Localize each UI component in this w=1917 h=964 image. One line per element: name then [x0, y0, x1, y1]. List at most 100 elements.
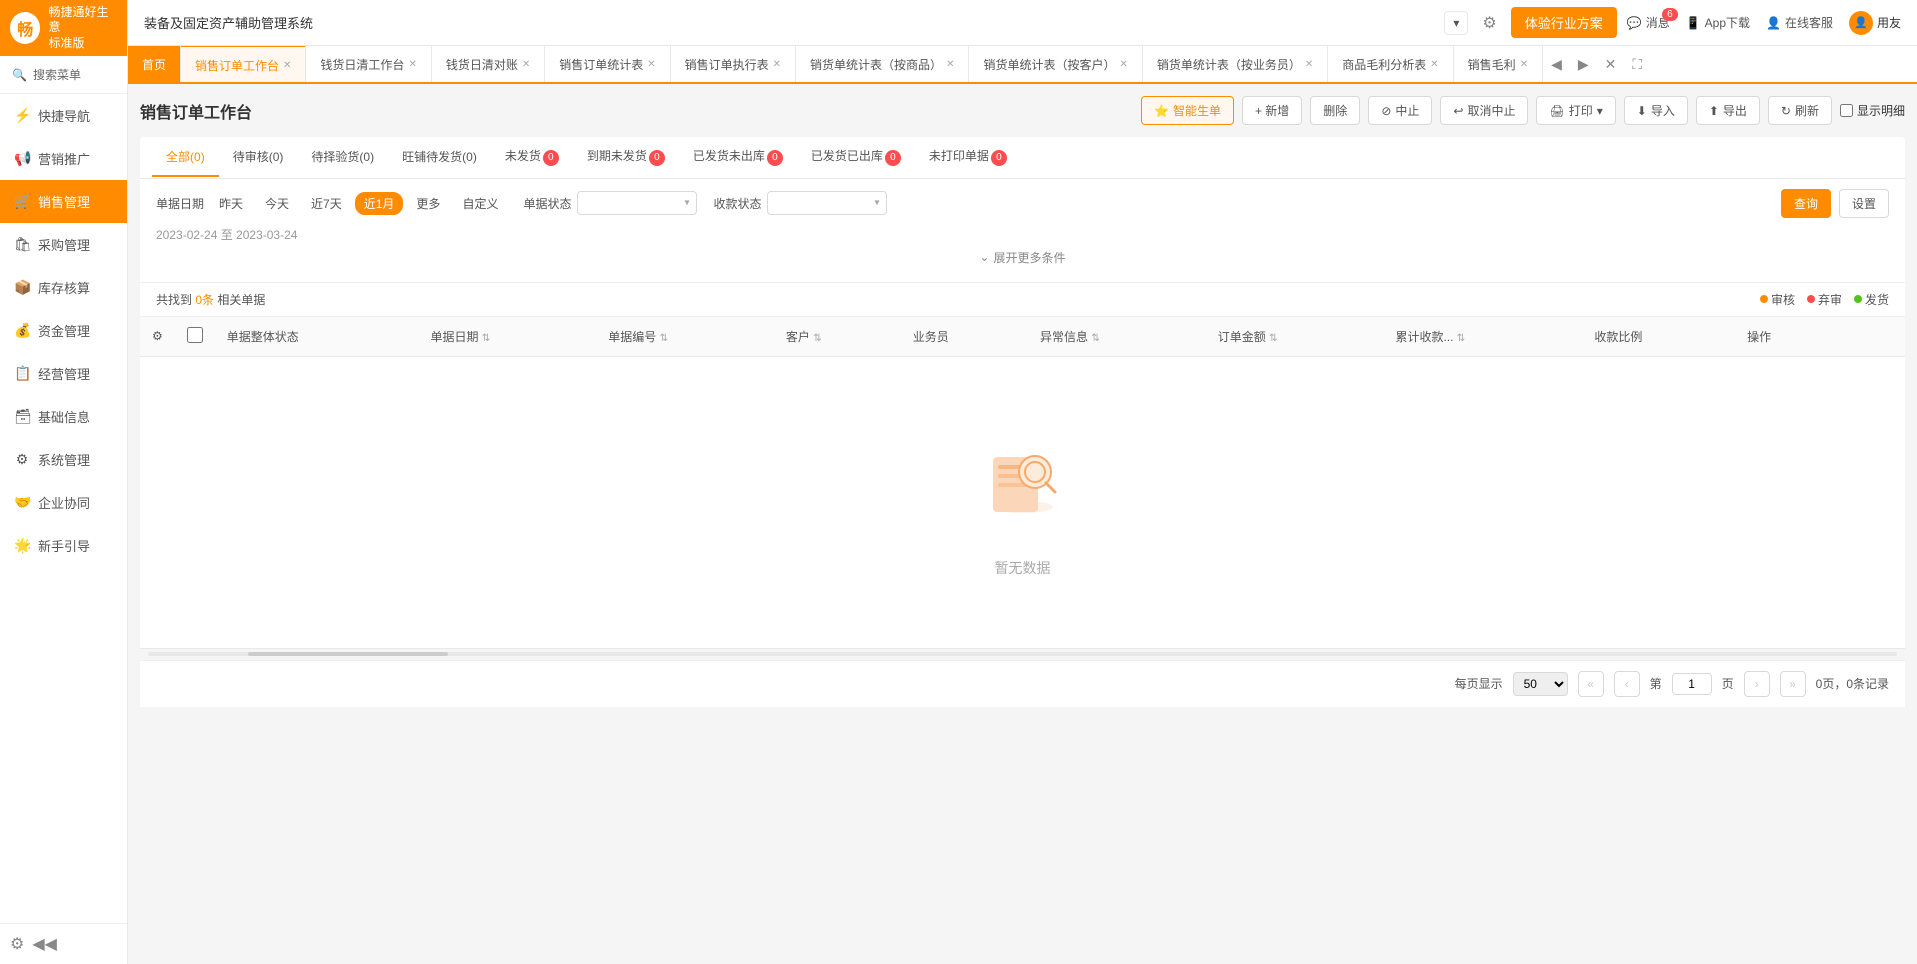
tab-cash-daily[interactable]: 钱货日清工作台 ✕	[306, 46, 431, 83]
sidebar-item-base[interactable]: 🗃 基础信息	[0, 395, 127, 438]
sidebar-item-enterprise[interactable]: 🤝 企业协同	[0, 481, 127, 524]
filter-btn-yesterday[interactable]: 昨天	[210, 192, 252, 215]
tab-sales-single-staff[interactable]: 销货单统计表（按业务员） ✕	[1143, 46, 1328, 83]
sidebar-item-system[interactable]: ⚙ 系统管理	[0, 438, 127, 481]
sidebar-item-capital[interactable]: 💰 资金管理	[0, 309, 127, 352]
sort-number-icon[interactable]: ⇅	[660, 333, 668, 344]
subtab-all[interactable]: 全部(0)	[152, 138, 219, 177]
tab-sales-stats[interactable]: 销售订单统计表 ✕	[545, 46, 670, 83]
subtab-pending-review[interactable]: 待审核(0)	[219, 138, 298, 177]
page-size-select[interactable]: 50 10 20 100	[1513, 672, 1568, 696]
filter-date-range-text: 2023-02-24 至 2023-03-24	[156, 226, 297, 243]
tab-close-sales-exec[interactable]: ✕	[773, 59, 781, 70]
subtab-shipped-out[interactable]: 已发货已出库0	[797, 137, 915, 178]
tab-cash-reconcile[interactable]: 钱货日清对账 ✕	[432, 46, 545, 83]
settings-button[interactable]: 设置	[1839, 189, 1889, 218]
sidebar-item-sales[interactable]: 🛒 销售管理	[0, 180, 127, 223]
tab-close-goods-margin[interactable]: ✕	[1430, 59, 1438, 70]
sidebar-item-inventory[interactable]: 📦 库存核算	[0, 266, 127, 309]
tab-sales-single-product[interactable]: 销货单统计表（按商品） ✕	[796, 46, 969, 83]
tab-close-all[interactable]: ✕	[1597, 46, 1625, 83]
tab-close-sales-workbench[interactable]: ✕	[283, 60, 291, 71]
filter-btn-7days[interactable]: 近7天	[302, 192, 351, 215]
sidebar-item-quick-nav[interactable]: ⚡ 快捷导航	[0, 94, 127, 137]
subtab-shipped-not-in[interactable]: 已发货未出库0	[679, 137, 797, 178]
app-download-btn[interactable]: 📱 App下载	[1686, 14, 1750, 31]
sort-customer-icon[interactable]: ⇅	[813, 333, 821, 344]
import-button[interactable]: ⬇ 导入	[1624, 96, 1688, 125]
tab-close-cash-reconcile[interactable]: ✕	[522, 59, 530, 70]
horizontal-scrollbar[interactable]	[140, 648, 1905, 660]
cancel-stop-button[interactable]: ↩ 取消中止	[1440, 96, 1528, 125]
tab-close-single-product[interactable]: ✕	[946, 59, 954, 70]
sidebar-item-purchase[interactable]: 🛍 采购管理	[0, 223, 127, 266]
topbar-settings-icon[interactable]: ⚙	[1478, 9, 1500, 37]
ship-dot-icon	[1854, 295, 1862, 303]
review-action-btn[interactable]: 审核	[1760, 291, 1795, 308]
delete-button[interactable]: 删除	[1310, 96, 1360, 125]
tab-sales-exec[interactable]: 销售订单执行表 ✕	[671, 46, 796, 83]
tab-sales-workbench[interactable]: 销售订单工作台 ✕	[181, 46, 306, 83]
print-button[interactable]: 🖨 打印 ▾	[1536, 96, 1615, 125]
scrollbar-thumb[interactable]	[248, 652, 448, 656]
filter-btn-today[interactable]: 今天	[256, 192, 298, 215]
sidebar-item-operations[interactable]: 📋 经营管理	[0, 352, 127, 395]
tab-sales-single-customer[interactable]: 销货单统计表（按客户） ✕	[969, 46, 1142, 83]
page-last-btn[interactable]: »	[1780, 671, 1806, 697]
sidebar-item-newbie[interactable]: 🌟 新手引导	[0, 524, 127, 567]
show-detail-checkbox[interactable]	[1840, 104, 1853, 117]
page-prev-btn[interactable]: ‹	[1614, 671, 1640, 697]
sort-received-icon[interactable]: ⇅	[1457, 333, 1465, 344]
export-button[interactable]: ⬆ 导出	[1696, 96, 1760, 125]
expand-more-btn[interactable]: ⌄ 展开更多条件	[156, 243, 1889, 272]
message-btn[interactable]: 💬 消息 6	[1627, 14, 1670, 31]
add-button[interactable]: + 新增	[1242, 96, 1302, 125]
cancel-review-action-btn[interactable]: 弃审	[1807, 291, 1842, 308]
subtab-not-printed[interactable]: 未打印单据0	[915, 137, 1021, 178]
subtab-pending-inspect[interactable]: 待择验货(0)	[297, 138, 388, 177]
filter-btn-1month[interactable]: 近1月	[355, 192, 404, 215]
smart-create-button[interactable]: ⭐ 智能生单	[1141, 96, 1234, 125]
user-btn[interactable]: 👤 用友	[1849, 11, 1901, 35]
query-button[interactable]: 查询	[1781, 189, 1831, 218]
stop-button[interactable]: ⊘ 中止	[1368, 96, 1432, 125]
select-all-checkbox[interactable]	[187, 327, 203, 343]
tab-close-sales-stats[interactable]: ✕	[647, 59, 655, 70]
page-number-input[interactable]	[1672, 673, 1712, 695]
tab-close-cash-daily[interactable]: ✕	[408, 59, 416, 70]
page-first-btn[interactable]: «	[1578, 671, 1604, 697]
tab-goods-margin[interactable]: 商品毛利分析表 ✕	[1328, 46, 1453, 83]
tab-sales-profit[interactable]: 销售毛利 ✕	[1454, 46, 1543, 83]
tab-nav-next[interactable]: ▶	[1570, 46, 1597, 83]
tab-home[interactable]: 首页	[128, 46, 181, 83]
system-dropdown[interactable]: ▾	[1444, 11, 1468, 35]
sidebar-search[interactable]: 🔍 搜索菜单	[0, 56, 127, 94]
filter-btn-custom[interactable]: 自定义	[453, 192, 507, 215]
filter-payment-select[interactable]	[767, 191, 887, 215]
subtab-not-shipped[interactable]: 未发货0	[491, 137, 573, 178]
sort-exception-icon[interactable]: ⇅	[1091, 333, 1099, 344]
subtab-wangpu-pending[interactable]: 旺铺待发货(0)	[388, 138, 491, 177]
tab-fullscreen[interactable]: ⛶	[1624, 46, 1650, 83]
sort-date-icon[interactable]: ⇅	[482, 333, 490, 344]
refresh-button[interactable]: ↻ 刷新	[1768, 96, 1832, 125]
col-status: 单据整体状态	[215, 317, 419, 357]
tab-nav-prev[interactable]: ◀	[1543, 46, 1570, 83]
show-detail-label[interactable]: 显示明细	[1840, 102, 1905, 119]
online-service-btn[interactable]: 👤 在线客服	[1766, 14, 1833, 31]
page-next-btn[interactable]: ›	[1744, 671, 1770, 697]
table-head: ⚙ 单据整体状态 单据日期 ⇅	[140, 317, 1905, 357]
tab-close-single-customer[interactable]: ✕	[1119, 59, 1127, 70]
col-settings[interactable]: ⚙	[140, 317, 175, 357]
sort-amount-icon[interactable]: ⇅	[1269, 333, 1277, 344]
tab-close-sales-profit[interactable]: ✕	[1520, 59, 1528, 70]
settings-icon[interactable]: ⚙	[10, 934, 24, 954]
filter-status-select[interactable]	[577, 191, 697, 215]
ship-action-btn[interactable]: 发货	[1854, 291, 1889, 308]
filter-btn-more[interactable]: 更多	[407, 192, 449, 215]
tab-close-single-staff[interactable]: ✕	[1305, 59, 1313, 70]
collapse-icon[interactable]: ◀◀	[32, 934, 57, 954]
sidebar-item-marketing[interactable]: 📢 营销推广	[0, 137, 127, 180]
subtab-expired-not-shipped[interactable]: 到期未发货0	[573, 137, 679, 178]
trial-button[interactable]: 体验行业方案	[1511, 7, 1617, 38]
